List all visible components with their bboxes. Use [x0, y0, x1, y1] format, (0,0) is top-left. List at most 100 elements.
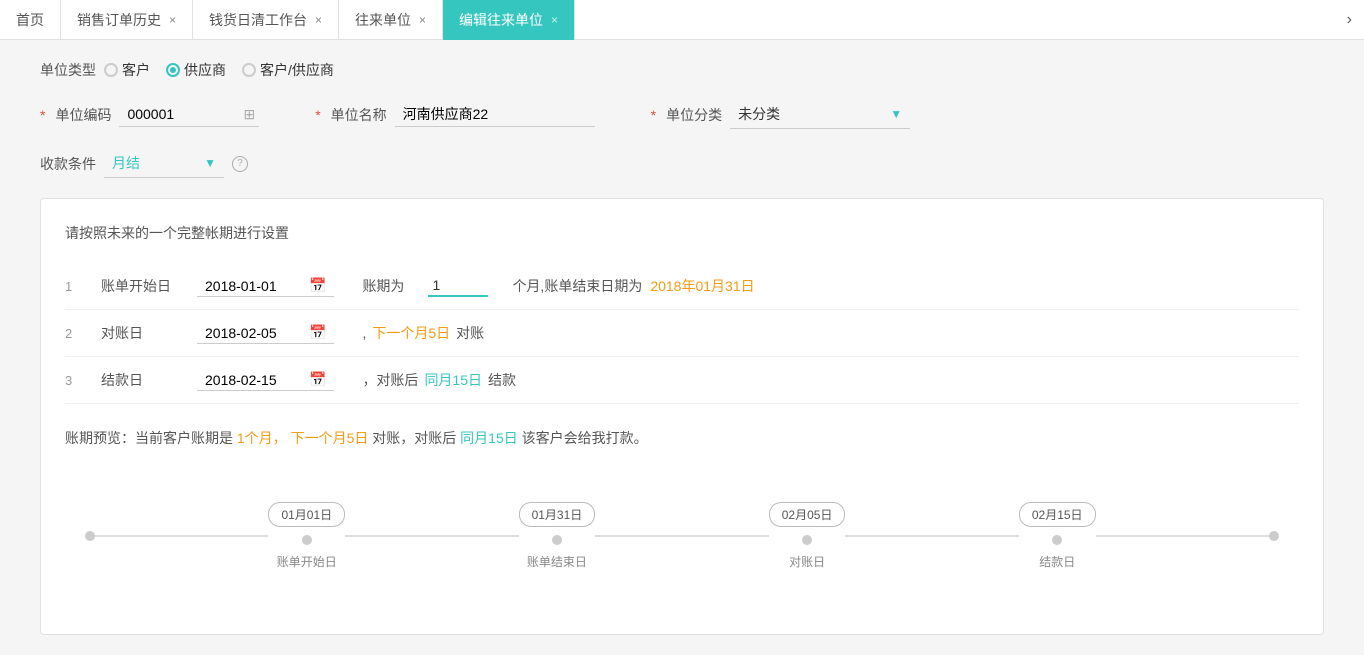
- preview-middle: 对账，对账后: [372, 430, 456, 446]
- step-1-month-input[interactable]: [428, 275, 488, 297]
- timeline-node-4-dot: [1052, 535, 1062, 545]
- unit-code-input[interactable]: [119, 102, 239, 126]
- tab-edit-partner[interactable]: 编辑往来单位 ×: [443, 0, 575, 40]
- unit-type-field: 单位类型 客户 供应商 客户/供应商: [40, 60, 334, 80]
- step-1-date-field[interactable]: [205, 278, 305, 294]
- timeline-node-1-label: 账单开始日: [277, 553, 337, 570]
- tab-sales-history[interactable]: 销售订单历史 ×: [61, 0, 193, 40]
- step-1-calendar-icon[interactable]: 📅: [309, 277, 326, 294]
- tab-sales-history-label: 销售订单历史: [77, 10, 161, 30]
- card-instruction: 请按照未来的一个完整帐期进行设置: [65, 223, 1299, 243]
- step-2-calendar-icon[interactable]: 📅: [309, 324, 326, 341]
- unit-code-field: * 单位编码 ⊞: [40, 102, 259, 127]
- close-cash-workbench-icon[interactable]: ×: [315, 13, 322, 27]
- timeline-node-3: 02月05日 对账日: [769, 502, 846, 570]
- radio-supplier[interactable]: 供应商: [166, 60, 226, 80]
- payment-terms-chevron-icon: ▼: [204, 156, 216, 170]
- preview-reconcile: 下一个月5日: [291, 430, 369, 446]
- close-sales-history-icon[interactable]: ×: [169, 13, 176, 27]
- radio-customer-label: 客户: [122, 60, 150, 80]
- unit-category-select[interactable]: 未分类 ▼: [730, 100, 910, 129]
- step-1-suffix-after: 个月,账单结束日期为 2018年01月31日: [512, 276, 754, 296]
- close-partner-units-icon[interactable]: ×: [419, 13, 426, 27]
- step-3-end-text: 结款: [488, 370, 516, 390]
- radio-both[interactable]: 客户/供应商: [242, 60, 334, 80]
- step-2-highlight: 下一个月5日: [372, 323, 450, 343]
- timeline-segment-2: [345, 535, 518, 537]
- step-3-date-field[interactable]: [205, 372, 305, 388]
- tab-partner-units-label: 往来单位: [355, 10, 411, 30]
- step-row-3: 3 结款日 📅 ，对账后 同月15日 结款: [65, 357, 1299, 404]
- unit-category-label: 单位分类: [666, 105, 722, 125]
- timeline-node-2-dot: [552, 535, 562, 545]
- timeline-node-2-label: 账单结束日: [527, 553, 587, 570]
- step-3-date-input: 📅: [197, 369, 334, 391]
- timeline-node-4-badge: 02月15日: [1019, 502, 1096, 527]
- tabs-more-button[interactable]: ›: [1335, 11, 1364, 29]
- timeline-node-3-dot: [802, 535, 812, 545]
- page-content: 单位类型 客户 供应商 客户/供应商 * 单位编码: [0, 40, 1364, 655]
- radio-customer-circle: [104, 63, 118, 77]
- unit-code-label: 单位编码: [55, 105, 111, 125]
- tab-edit-partner-label: 编辑往来单位: [459, 10, 543, 30]
- tab-home[interactable]: 首页: [0, 0, 61, 40]
- radio-both-circle: [242, 63, 256, 77]
- step-num-2: 2: [65, 326, 85, 341]
- radio-supplier-label: 供应商: [184, 60, 226, 80]
- unit-code-input-wrapper: ⊞: [119, 102, 259, 127]
- unit-category-required: *: [651, 107, 656, 123]
- step-1-period-label: 账期为: [362, 276, 404, 296]
- unit-name-field: * 单位名称: [315, 102, 594, 127]
- preview-label: 账期预览：当前客户账期是: [65, 430, 233, 446]
- timeline: 01月01日 账单开始日 01月31日 账单结束日 02月05日: [85, 472, 1279, 610]
- timeline-node-2: 01月31日 账单结束日: [519, 502, 596, 570]
- preview-month: 1个月，: [237, 430, 287, 446]
- timeline-node-1-badge: 01月01日: [268, 502, 345, 527]
- help-icon[interactable]: ?: [232, 156, 248, 172]
- timeline-segment-3: [595, 535, 768, 537]
- step-1-suffix-text: 个月,账单结束日期为: [512, 276, 642, 296]
- payment-terms-select[interactable]: 月结 ▼: [104, 149, 224, 178]
- copy-icon[interactable]: ⊞: [239, 106, 259, 123]
- timeline-node-1: 01月01日 账单开始日: [268, 502, 345, 570]
- unit-code-required: *: [40, 107, 45, 123]
- step-row-1: 1 账单开始日 📅 账期为 个月,账单结束日期为 2018年01月31日: [65, 263, 1299, 310]
- chevron-down-icon: ▼: [890, 107, 902, 121]
- step-label-1: 账单开始日: [101, 276, 181, 296]
- payment-terms-row: 收款条件 月结 ▼ ?: [40, 149, 1324, 178]
- step-2-date-input: 📅: [197, 322, 334, 344]
- step-2-date-field[interactable]: [205, 325, 305, 341]
- timeline-node-4: 02月15日 结款日: [1019, 502, 1096, 570]
- step-num-3: 3: [65, 373, 85, 388]
- payment-terms-label: 收款条件: [40, 154, 96, 174]
- unit-type-row: 单位类型 客户 供应商 客户/供应商: [40, 60, 1324, 80]
- step-num-1: 1: [65, 279, 85, 294]
- timeline-node-3-badge: 02月05日: [769, 502, 846, 527]
- step-label-3: 结款日: [101, 370, 181, 390]
- tab-home-label: 首页: [16, 10, 44, 30]
- tab-cash-workbench[interactable]: 钱货日清工作台 ×: [193, 0, 339, 40]
- timeline-node-4-label: 结款日: [1039, 553, 1075, 570]
- preview-row: 账期预览：当前客户账期是 1个月， 下一个月5日 对账，对账后 同月15日 该客…: [65, 424, 1299, 452]
- unit-name-required: *: [315, 107, 320, 123]
- timeline-segment-4: [845, 535, 1018, 537]
- payment-terms-value: 月结: [112, 153, 196, 173]
- payment-terms-field: 收款条件 月结 ▼ ?: [40, 149, 248, 178]
- tabs-bar: 首页 销售订单历史 × 钱货日清工作台 × 往来单位 × 编辑往来单位 × ›: [0, 0, 1364, 40]
- step-3-pre-text: ，对账后: [362, 370, 418, 390]
- step-2-comma: ,: [362, 325, 366, 341]
- step-3-calendar-icon[interactable]: 📅: [309, 371, 326, 388]
- unit-category-field: * 单位分类 未分类 ▼: [651, 100, 910, 129]
- radio-customer[interactable]: 客户: [104, 60, 150, 80]
- unit-info-row: * 单位编码 ⊞ * 单位名称 * 单位分类 未分类 ▼: [40, 100, 1324, 129]
- unit-type-label: 单位类型: [40, 60, 96, 80]
- step-3-suffix: ，对账后 同月15日 结款: [362, 370, 516, 390]
- timeline-segment-1: [95, 535, 268, 537]
- step-1-suffix-before: 账期为: [362, 276, 404, 296]
- close-edit-partner-icon[interactable]: ×: [551, 13, 558, 27]
- tab-partner-units[interactable]: 往来单位 ×: [339, 0, 443, 40]
- radio-supplier-circle: [166, 63, 180, 77]
- timeline-right-dot: [1269, 531, 1279, 541]
- settings-card: 请按照未来的一个完整帐期进行设置 1 账单开始日 📅 账期为 个月,账单结束日期…: [40, 198, 1324, 635]
- unit-name-input[interactable]: [395, 102, 595, 127]
